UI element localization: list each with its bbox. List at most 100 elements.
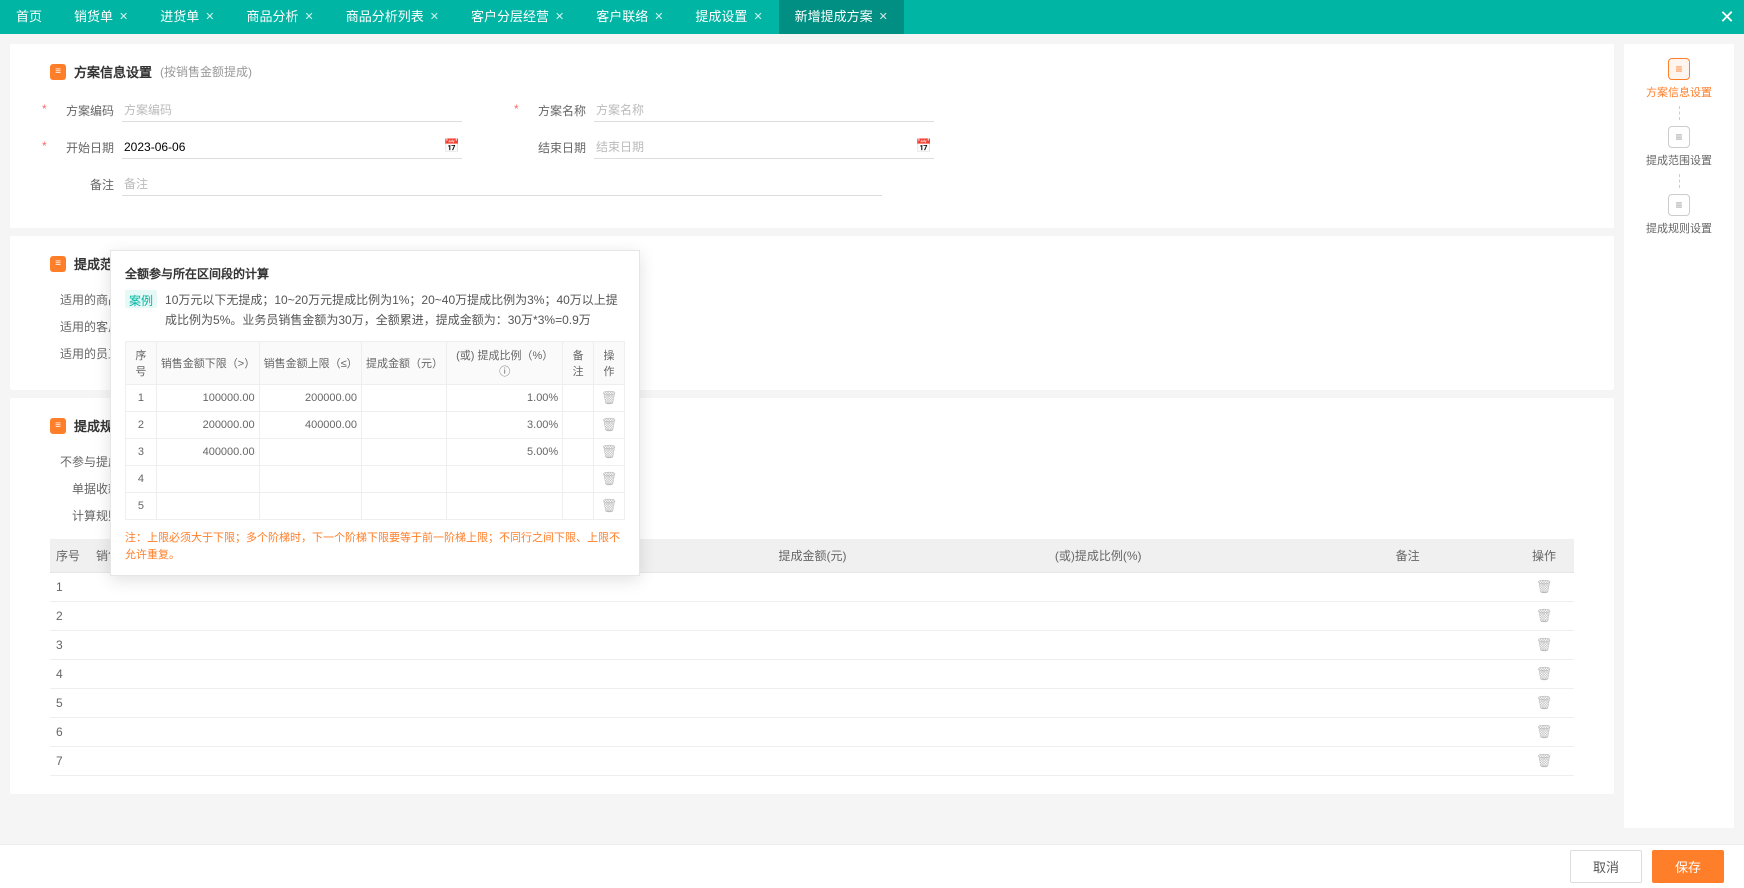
col-header: (或) 提成比例（%）ⓘ — [447, 341, 563, 384]
tab-商品分析列表[interactable]: 商品分析列表✕ — [330, 0, 455, 34]
sample-table: 序号销售金额下限（>）销售金额上限（≤）提成金额（元）(或) 提成比例（%）ⓘ备… — [125, 341, 625, 520]
input-code[interactable] — [122, 99, 462, 122]
tab-label: 销货单 — [74, 0, 113, 34]
sample-note: 注：上限必须大于下限；多个阶梯时，下一个阶梯下限要等于前一阶梯上限；不同行之间下… — [125, 530, 625, 565]
col-header: 序号 — [126, 341, 157, 384]
col-header: (或)提成比例(%) — [1049, 539, 1390, 573]
calendar-icon[interactable]: 📅 — [916, 138, 932, 154]
side-step[interactable]: ≡ 提成范围设置 — [1646, 126, 1712, 168]
save-button[interactable]: 保存 — [1652, 850, 1724, 883]
col-header: 操作 — [594, 341, 625, 384]
label-code: 方案编码 — [50, 102, 114, 119]
col-header: 操作 — [1514, 539, 1574, 573]
table-row: 4🗑 — [126, 465, 625, 492]
tab-进货单[interactable]: 进货单✕ — [144, 0, 230, 34]
table-row: 3🗑 — [50, 630, 1574, 659]
delete-icon[interactable]: 🗑 — [1536, 579, 1553, 594]
side-step[interactable]: ≡ 提成规则设置 — [1646, 194, 1712, 236]
delete-icon[interactable]: 🗑 — [1536, 753, 1553, 768]
label-end-date: 结束日期 — [522, 139, 586, 156]
table-row: 5🗑 — [126, 492, 625, 519]
tab-客户联络[interactable]: 客户联络✕ — [580, 0, 679, 34]
close-icon[interactable]: ✕ — [119, 0, 128, 34]
delete-icon[interactable]: 🗑 — [601, 417, 618, 432]
tab-商品分析[interactable]: 商品分析✕ — [230, 0, 329, 34]
delete-icon[interactable]: 🗑 — [601, 390, 618, 405]
tab-label: 商品分析列表 — [346, 0, 424, 34]
delete-icon[interactable]: 🗑 — [1536, 695, 1553, 710]
sample-tag: 案例 — [125, 290, 157, 308]
col-header: 提成金额(元) — [773, 539, 1049, 573]
sample-tooltip: 全额参与所在区间段的计算 案例 10万元以下无提成；10~20万元提成比例为1%… — [110, 250, 640, 576]
top-tab-bar: 首页销货单✕进货单✕商品分析✕商品分析列表✕客户分层经营✕客户联络✕提成设置✕新… — [0, 0, 1744, 34]
step-icon: ≡ — [1668, 58, 1690, 80]
input-start-date[interactable] — [122, 136, 462, 159]
panel-title: 方案信息设置 — [74, 62, 152, 81]
col-header: 销售金额下限（>） — [156, 341, 259, 384]
table-row: 2🗑 — [50, 601, 1574, 630]
col-header: 备注 — [1390, 539, 1514, 573]
delete-icon[interactable]: 🗑 — [1536, 666, 1553, 681]
input-name[interactable] — [594, 99, 934, 122]
cell-index: 5 — [50, 688, 90, 717]
sample-title: 全额参与所在区间段的计算 — [125, 265, 625, 282]
tabs-close-all[interactable]: ✕ — [1710, 0, 1744, 34]
close-icon[interactable]: ✕ — [753, 0, 762, 34]
label-name: 方案名称 — [522, 102, 586, 119]
tab-label: 客户分层经营 — [471, 0, 549, 34]
cancel-button[interactable]: 取消 — [1570, 850, 1642, 883]
sample-desc: 10万元以下无提成；10~20万元提成比例为1%；20~40万提成比例为3%；4… — [165, 290, 625, 331]
input-remark[interactable] — [122, 173, 882, 196]
close-icon[interactable]: ✕ — [205, 0, 214, 34]
step-icon: ≡ — [1668, 194, 1690, 216]
panel-icon: ≡ — [50, 418, 66, 434]
label-remark: 备注 — [50, 176, 114, 193]
calendar-icon[interactable]: 📅 — [444, 138, 460, 154]
side-anchor-nav: ≡ 方案信息设置 ≡ 提成范围设置 ≡ 提成规则设置 — [1624, 44, 1734, 828]
tab-首页[interactable]: 首页 — [0, 0, 58, 34]
tab-销货单[interactable]: 销货单✕ — [58, 0, 144, 34]
tab-label: 商品分析 — [246, 0, 298, 34]
tab-新增提成方案[interactable]: 新增提成方案✕ — [779, 0, 904, 34]
step-label: 提成规则设置 — [1646, 220, 1712, 236]
table-row: 3400000.005.00%🗑 — [126, 438, 625, 465]
table-row: 4🗑 — [50, 659, 1574, 688]
delete-icon[interactable]: 🗑 — [1536, 637, 1553, 652]
label-start-date: 开始日期 — [50, 139, 114, 156]
cell-index: 6 — [50, 717, 90, 746]
panel-icon: ≡ — [50, 64, 66, 80]
delete-icon[interactable]: 🗑 — [601, 444, 618, 459]
close-icon[interactable]: ✕ — [879, 0, 888, 34]
cell-index: 3 — [50, 630, 90, 659]
delete-icon[interactable]: 🗑 — [601, 471, 618, 486]
tab-label: 新增提成方案 — [795, 0, 873, 34]
tab-客户分层经营[interactable]: 客户分层经营✕ — [455, 0, 580, 34]
col-header: 销售金额上限（≤） — [259, 341, 361, 384]
step-label: 方案信息设置 — [1646, 84, 1712, 100]
table-row: 5🗑 — [50, 688, 1574, 717]
side-step[interactable]: ≡ 方案信息设置 — [1646, 58, 1712, 100]
step-label: 提成范围设置 — [1646, 152, 1712, 168]
delete-icon[interactable]: 🗑 — [1536, 608, 1553, 623]
footer-bar: 取消 保存 — [0, 844, 1744, 888]
tab-提成设置[interactable]: 提成设置✕ — [679, 0, 778, 34]
delete-icon[interactable]: 🗑 — [601, 498, 618, 513]
col-header: 备注 — [563, 341, 594, 384]
table-row: 1100000.00200000.001.00%🗑 — [126, 384, 625, 411]
panel-subtitle: (按销售金额提成) — [160, 63, 252, 80]
tab-label: 客户联络 — [596, 0, 648, 34]
input-end-date[interactable] — [594, 136, 934, 159]
cell-index: 4 — [50, 659, 90, 688]
close-icon[interactable]: ✕ — [430, 0, 439, 34]
step-icon: ≡ — [1668, 126, 1690, 148]
close-icon[interactable]: ✕ — [305, 0, 314, 34]
table-row: 2200000.00400000.003.00%🗑 — [126, 411, 625, 438]
delete-icon[interactable]: 🗑 — [1536, 724, 1553, 739]
close-icon[interactable]: ✕ — [555, 0, 564, 34]
close-icon[interactable]: ✕ — [654, 0, 663, 34]
panel-icon: ≡ — [50, 256, 66, 272]
tab-label: 首页 — [16, 0, 42, 34]
table-row: 1🗑 — [50, 572, 1574, 601]
col-header: 序号 — [50, 539, 90, 573]
cell-index: 1 — [50, 572, 90, 601]
